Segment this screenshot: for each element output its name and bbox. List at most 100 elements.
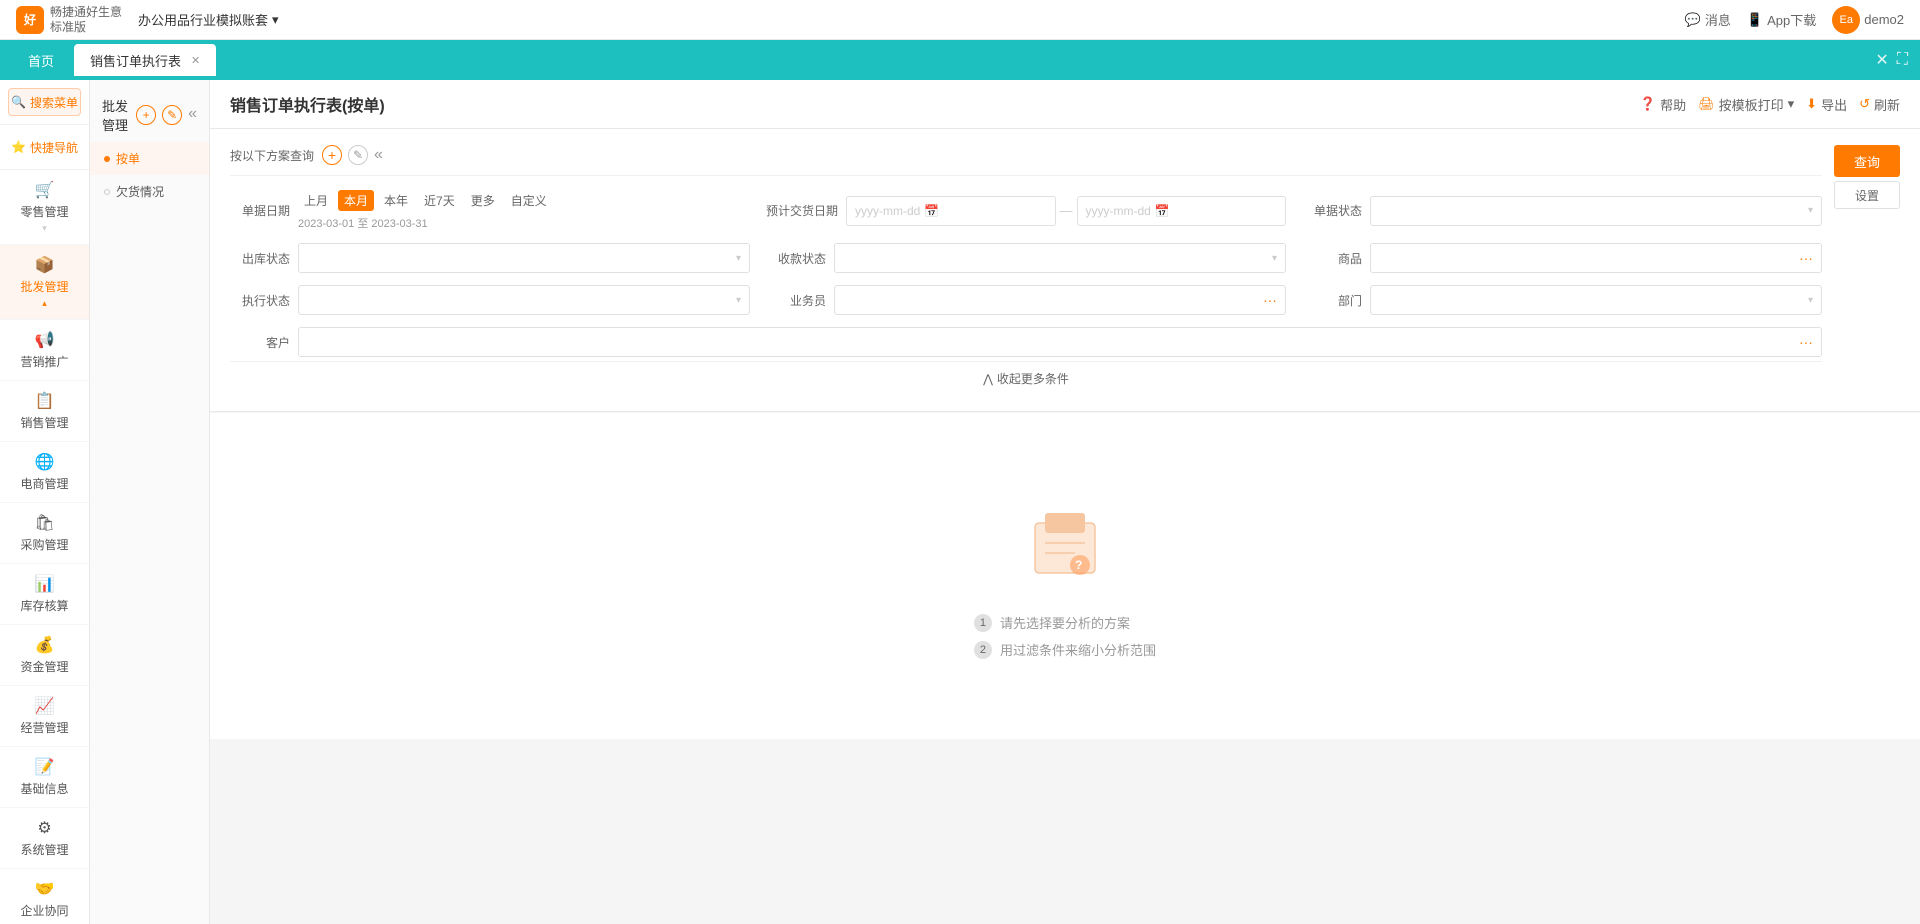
salesman-field: 业务员 ··· [766,285,1286,315]
collapse-more-row: ⋀ 收起更多条件 [230,361,1822,395]
app-selector[interactable]: 办公用品行业模拟账套 ▾ [138,10,279,29]
operation-icon: 📈 [35,696,55,716]
step-num-1: 1 [974,614,992,632]
expected-date-field: 预计交货日期 yyyy-mm-dd 📅 — yyyy-mm-dd [766,196,1286,226]
sidebar-item-wholesale[interactable]: 📦 批发管理 ▴ [0,245,89,320]
sub-sidebar-header: 批发管理 + ✎ « [90,88,209,142]
top-bar: 好 畅捷通好生意 标准版 办公用品行业模拟账套 ▾ 💬 消息 📱 App下载 E… [0,0,1920,40]
collapse-sidebar-button[interactable]: « [188,105,197,125]
date-tab-custom[interactable]: 自定义 [505,190,553,211]
filter-row-3: 执行状态 ▾ 业务员 ··· [230,285,1822,315]
ship-status-dropdown-icon: ▾ [736,253,741,264]
sidebar-item-marketing[interactable]: 📢 营销推广 [0,320,89,381]
refresh-button[interactable]: ↺ 刷新 [1859,95,1900,114]
filter-row-2: 出库状态 ▾ 收款状态 ▾ [230,243,1822,273]
customer-input[interactable]: ··· [298,327,1822,357]
sidebar-item-operation[interactable]: 📈 经营管理 [0,686,89,747]
salesman-input[interactable]: ··· [834,285,1286,315]
empty-step-1: 1 请先选择要分析的方案 [974,613,1156,632]
query-buttons: 查询 设置 [1834,145,1900,395]
dept-select[interactable]: ▾ [1370,285,1822,315]
help-button[interactable]: ❓ 帮助 [1640,95,1686,114]
chevron-down-icon: ▾ [272,12,279,28]
purchase-icon: 🛍 [34,513,54,533]
sub-sidebar-item-欠货情况[interactable]: 欠货情况 [90,175,209,208]
sub-sidebar-item-按单[interactable]: 按单 [90,142,209,175]
sidebar-item-retail[interactable]: 🛒 零售管理 ▾ [0,170,89,245]
ship-status-field: 出库状态 ▾ [230,243,750,273]
tab-bar: 首页 销售订单执行表 ✕ ✕ ⛶ [0,40,1920,80]
message-button[interactable]: 💬 消息 [1685,10,1731,29]
filter-area-inner: 按以下方案查询 + ✎ « 单据日期 [230,145,1900,395]
user-profile[interactable]: Ea demo2 [1832,6,1904,34]
date-tab-more[interactable]: 更多 [465,190,501,211]
filter-row-1: 单据日期 上月 本月 本年 近7天 更多 [230,190,1822,231]
sidebar: 🔍 搜索菜单 ⭐ 快捷导航 🛒 零售管理 ▾ 📦 批发管理 ▴ 📢 营销推广 📋 [0,80,90,924]
collect-status-select[interactable]: ▾ [834,243,1286,273]
maximize-icon[interactable]: ⛶ [1897,51,1908,69]
collapse-filter-button[interactable]: « [374,146,383,164]
date-tab-7days[interactable]: 近7天 [418,190,461,211]
edit-scheme-button[interactable]: ✎ [348,145,368,165]
sales-icon: 📋 [35,391,55,411]
search-icon: 🔍 [11,95,26,109]
date-range-display: 2023-03-01 至 2023-03-31 [298,215,750,231]
avatar: Ea [1832,6,1860,34]
tab-bar-right: ✕ ⛶ [1875,50,1908,70]
basic-info-icon: 📝 [35,757,55,777]
app-download-button[interactable]: 📱 App下载 [1747,10,1816,29]
sidebar-search-section: 🔍 搜索菜单 [0,80,89,125]
date-tab-this-year[interactable]: 本年 [378,190,414,211]
goods-input[interactable]: ··· [1370,243,1822,273]
expected-date-to[interactable]: yyyy-mm-dd 📅 [1077,196,1287,226]
empty-steps: 1 请先选择要分析的方案 2 用过滤条件来缩小分析范围 [974,613,1156,659]
export-button[interactable]: ⬇ 导出 [1806,95,1847,114]
logo-icon: 好 [16,6,44,34]
sidebar-item-sales[interactable]: 📋 销售管理 [0,381,89,442]
sidebar-item-inventory[interactable]: 📊 库存核算 [0,564,89,625]
message-icon: 💬 [1685,12,1701,28]
main-layout: 🔍 搜索菜单 ⭐ 快捷导航 🛒 零售管理 ▾ 📦 批发管理 ▴ 📢 营销推广 📋 [0,80,1920,924]
star-icon: ⭐ [11,140,26,154]
quick-nav-button[interactable]: ⭐ 快捷导航 [0,131,89,163]
search-menu-button[interactable]: 🔍 搜索菜单 [8,88,81,116]
date-tab-this-month[interactable]: 本月 [338,190,374,211]
sidebar-item-basic-info[interactable]: 📝 基础信息 [0,747,89,808]
tab-home[interactable]: 首页 [12,44,70,76]
empty-step-2: 2 用过滤条件来缩小分析范围 [974,640,1156,659]
sidebar-item-finance[interactable]: 💰 资金管理 [0,625,89,686]
edit-scheme-button[interactable]: ✎ [162,105,182,125]
collapse-more-button[interactable]: ⋀ 收起更多条件 [983,370,1069,387]
close-window-icon[interactable]: ✕ [1875,50,1888,70]
sidebar-item-ecommerce[interactable]: 🌐 电商管理 [0,442,89,503]
status-select[interactable]: ▾ [1370,196,1822,226]
exec-status-select[interactable]: ▾ [298,285,750,315]
content-header: 销售订单执行表(按单) ❓ 帮助 🖨 按模板打印 ▾ ⬇ 导出 ↺ 刷新 [210,80,1920,129]
download-icon: 📱 [1747,12,1763,28]
sidebar-item-system[interactable]: ⚙ 系统管理 [0,808,89,869]
salesman-more-icon[interactable]: ··· [1263,292,1277,308]
query-button[interactable]: 查询 [1834,145,1900,177]
ship-status-select[interactable]: ▾ [298,243,750,273]
print-button[interactable]: 🖨 按模板打印 ▾ [1698,95,1794,114]
collapse-icon: ⋀ [983,372,993,386]
sidebar-item-enterprise[interactable]: 🤝 企业协同 [0,869,89,924]
date-field: 单据日期 上月 本月 本年 近7天 更多 [230,190,750,231]
page-title: 销售订单执行表(按单) [230,92,385,116]
active-dot-icon [104,156,110,162]
customer-more-icon[interactable]: ··· [1799,334,1813,350]
add-scheme-button[interactable]: + [322,145,342,165]
date-tab-last-month[interactable]: 上月 [298,190,334,211]
setting-button[interactable]: 设置 [1834,181,1900,209]
goods-more-icon[interactable]: ··· [1799,250,1813,266]
print-icon: 🖨 [1698,96,1715,112]
add-scheme-button[interactable]: + [136,105,156,125]
tab-close-icon[interactable]: ✕ [191,54,200,67]
tab-sales-order[interactable]: 销售订单执行表 ✕ [74,44,216,76]
exec-status-field: 执行状态 ▾ [230,285,750,315]
filter-row-4: 客户 ··· [230,327,1822,357]
inventory-icon: 📊 [35,574,55,594]
expected-date-from[interactable]: yyyy-mm-dd 📅 [846,196,1056,226]
sidebar-item-purchase[interactable]: 🛍 采购管理 [0,503,89,564]
customer-field: 客户 ··· [230,327,1822,357]
